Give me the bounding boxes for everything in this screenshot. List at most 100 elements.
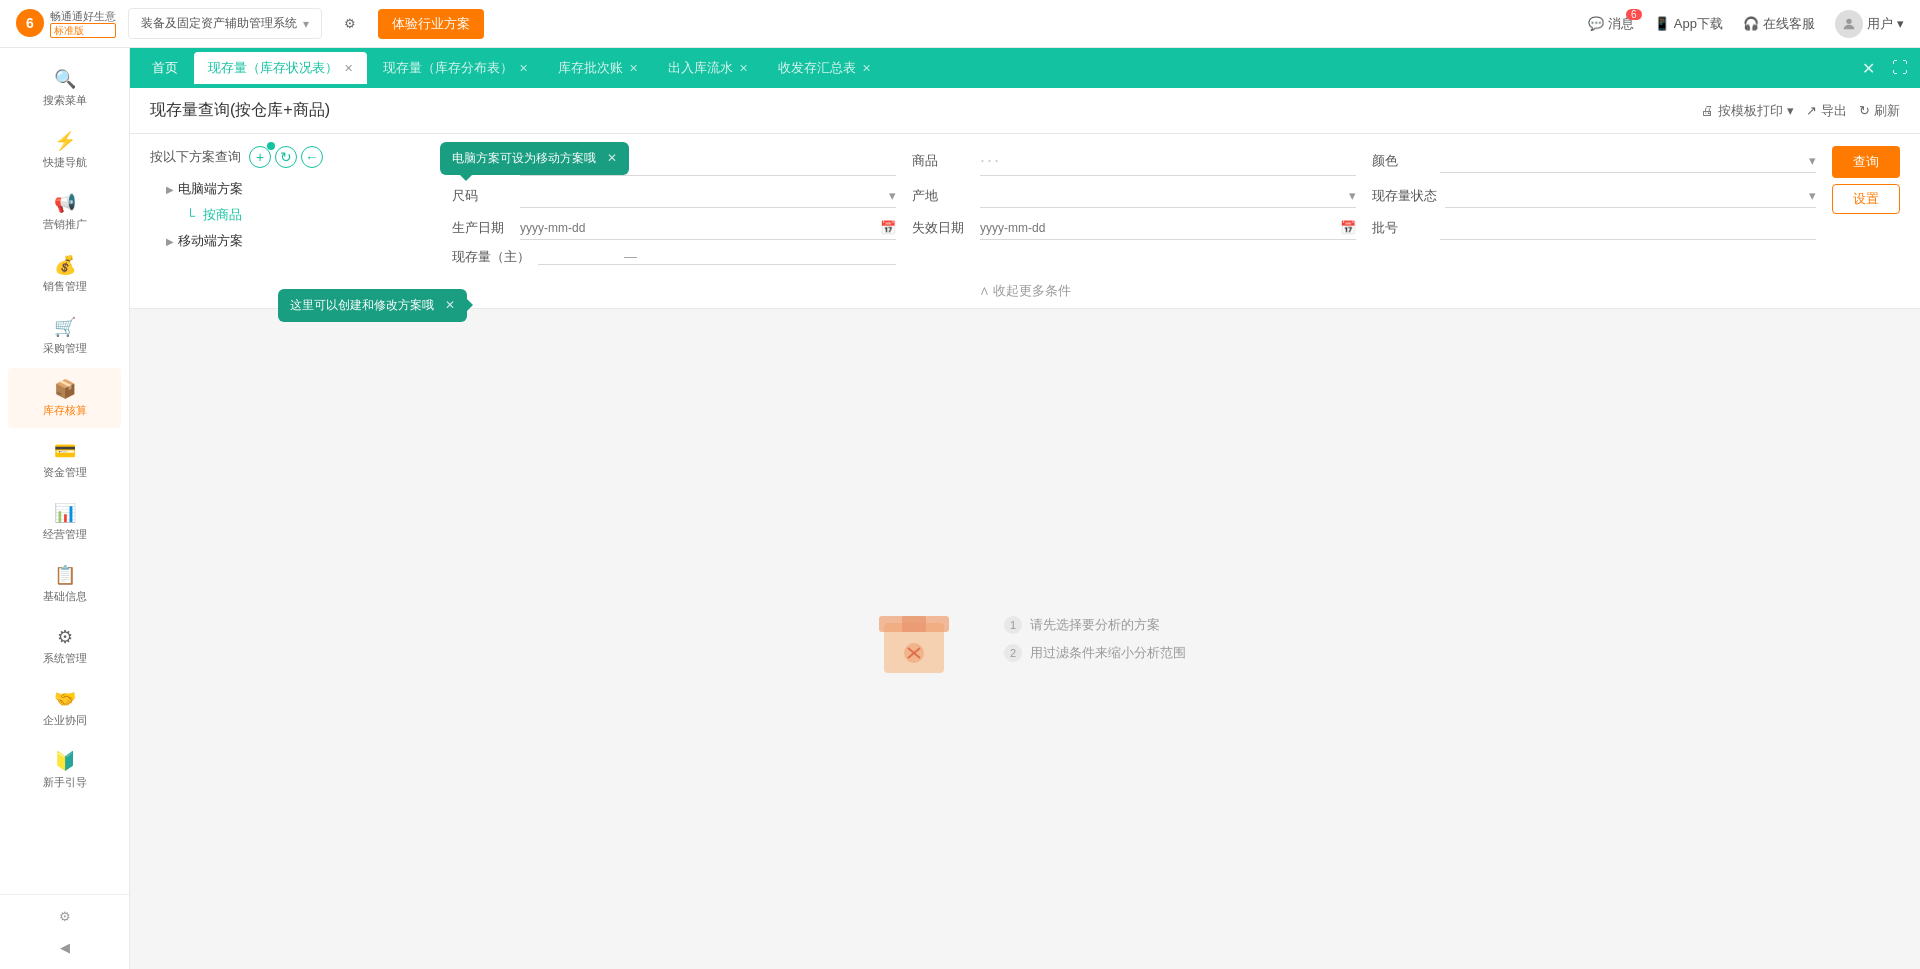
tab-close-icon[interactable]: ✕ xyxy=(739,62,748,75)
tab-home[interactable]: 首页 xyxy=(138,52,192,84)
tab-close-icon[interactable]: ✕ xyxy=(862,62,871,75)
filter-stock-main: 现存量（主） — xyxy=(452,248,896,266)
sidebar-settings-button[interactable]: ⚙ xyxy=(8,903,121,930)
trial-button[interactable]: 体验行业方案 xyxy=(378,9,484,39)
system-selector[interactable]: 装备及固定资产辅助管理系统 ▾ xyxy=(128,8,322,39)
print-icon: 🖨 xyxy=(1701,103,1714,118)
prev-scheme-button[interactable]: ← xyxy=(301,146,323,168)
tooltip-close-icon[interactable]: ✕ xyxy=(445,298,455,312)
stock-main-range: — xyxy=(538,249,896,265)
empty-step-2: 2 用过滤条件来缩小分析范围 xyxy=(1004,644,1186,662)
content-area: 首页 现存量（库存状况表） ✕ 现存量（库存分布表） ✕ 库存批次账 ✕ 出入库… xyxy=(130,48,1920,969)
sidebar-item-inventory[interactable]: 📦 库存核算 xyxy=(8,368,121,428)
tooltip-create-plan: 这里可以创建和修改方案哦 ✕ xyxy=(278,289,467,322)
message-button[interactable]: 💬 消息 6 xyxy=(1588,15,1634,33)
sidebar-item-corp[interactable]: 🤝 企业协同 xyxy=(8,678,121,738)
calendar-icon[interactable]: 📅 xyxy=(880,220,896,235)
sidebar-item-operation[interactable]: 📊 经营管理 xyxy=(8,492,121,552)
settings-icon[interactable]: ⚙ xyxy=(334,8,366,40)
tab-expand-icon[interactable]: ⛶ xyxy=(1888,56,1912,80)
stock-status-select[interactable]: ▾ xyxy=(1445,184,1816,208)
tab-close-all-icon[interactable]: ✕ xyxy=(1856,56,1880,80)
size-label: 尺码 xyxy=(452,187,512,205)
tab-bar: 首页 现存量（库存状况表） ✕ 现存量（库存分布表） ✕ 库存批次账 ✕ 出入库… xyxy=(130,48,1920,88)
sidebar-item-basic[interactable]: 📋 基础信息 xyxy=(8,554,121,614)
logo-icon: 6 xyxy=(16,9,44,37)
tab-summary[interactable]: 收发存汇总表 ✕ xyxy=(764,52,885,84)
logo-area: 6 畅通通好生意 标准版 xyxy=(16,9,116,38)
add-scheme-button[interactable]: + xyxy=(249,146,271,168)
tooltip-close-icon[interactable]: ✕ xyxy=(607,151,617,165)
sidebar-item-finance[interactable]: 💳 资金管理 xyxy=(8,430,121,490)
basic-icon: 📋 xyxy=(54,564,76,586)
search-icon: 🔍 xyxy=(54,68,76,90)
sidebar-bottom: ⚙ ◀ xyxy=(0,894,129,969)
expire-date-label: 失效日期 xyxy=(912,219,972,237)
corp-icon: 🤝 xyxy=(54,688,76,710)
calendar-icon[interactable]: 📅 xyxy=(1340,220,1356,235)
tab-close-icon[interactable]: ✕ xyxy=(344,62,353,75)
refresh-scheme-button[interactable]: ↻ xyxy=(275,146,297,168)
empty-state-icon xyxy=(864,588,964,691)
size-chevron-icon: ▾ xyxy=(889,188,896,203)
finance-icon: 💳 xyxy=(54,440,76,462)
page-actions: 🖨 按模板打印 ▾ ↗ 导出 ↻ 刷新 xyxy=(1701,102,1900,120)
filter-area: 电脑方案可设为移动方案哦 ✕ 按以下方案查询 + ↻ ← xyxy=(130,134,1920,309)
expire-date-input[interactable] xyxy=(980,221,1340,235)
color-select[interactable]: ▾ xyxy=(1440,149,1816,173)
origin-select[interactable]: ▾ xyxy=(980,184,1356,208)
tab-close-icon[interactable]: ✕ xyxy=(629,62,638,75)
tab-inventory-dist[interactable]: 现存量（库存分布表） ✕ xyxy=(369,52,542,84)
sidebar-item-search[interactable]: 🔍 搜索菜单 xyxy=(8,58,121,118)
sidebar-item-sales[interactable]: 💰 销售管理 xyxy=(8,244,121,304)
sidebar-item-guide[interactable]: 🔰 新手引导 xyxy=(8,740,121,800)
color-chevron-icon: ▾ xyxy=(1809,153,1816,168)
desktop-plan-group[interactable]: ▶ 电脑端方案 xyxy=(158,176,440,202)
avatar xyxy=(1835,10,1863,38)
batch-input[interactable] xyxy=(1440,216,1816,240)
sidebar-item-quick[interactable]: ⚡ 快捷导航 xyxy=(8,120,121,180)
sidebar-collapse-button[interactable]: ◀ xyxy=(8,934,121,961)
page-header: 现存量查询(按仓库+商品) 🖨 按模板打印 ▾ ↗ 导出 ↻ 刷新 xyxy=(130,88,1920,134)
filter-size: 尺码 ▾ xyxy=(452,184,896,208)
sidebar-item-marketing[interactable]: 📢 营销推广 xyxy=(8,182,121,242)
goods-dots: ··· xyxy=(980,150,1356,171)
tab-close-icon[interactable]: ✕ xyxy=(519,62,528,75)
chevron-down-icon: ▾ xyxy=(303,17,309,31)
guide-icon: 🔰 xyxy=(54,750,76,772)
sidebar-item-purchase[interactable]: 🛒 采购管理 xyxy=(8,306,121,366)
export-button[interactable]: ↗ 导出 xyxy=(1806,102,1847,120)
stock-status-label: 现存量状态 xyxy=(1372,187,1437,205)
app-download-button[interactable]: 📱 App下载 xyxy=(1654,15,1723,33)
search-button[interactable]: 查询 xyxy=(1832,146,1900,178)
logo-badge: 标准版 xyxy=(50,23,116,38)
tab-inventory-status[interactable]: 现存量（库存状况表） ✕ xyxy=(194,52,367,84)
size-select[interactable]: ▾ xyxy=(520,184,896,208)
filter-goods: 商品 ··· xyxy=(912,146,1356,176)
origin-chevron-icon: ▾ xyxy=(1349,188,1356,203)
sidebar-item-system[interactable]: ⚙ 系统管理 xyxy=(8,616,121,676)
chevron-up-icon: ∧ xyxy=(979,283,990,298)
stock-main-min-input[interactable] xyxy=(538,249,618,264)
set-button[interactable]: 设置 xyxy=(1832,184,1900,214)
tree-expand-icon: ▶ xyxy=(166,184,174,195)
mobile-plan-group[interactable]: ▶ 移动端方案 xyxy=(158,228,440,254)
print-button[interactable]: 🖨 按模板打印 ▾ xyxy=(1701,102,1794,120)
produce-date-input-wrapper: 📅 xyxy=(520,216,896,240)
system-icon: ⚙ xyxy=(57,626,73,648)
produce-date-input[interactable] xyxy=(520,221,880,235)
refresh-button[interactable]: ↻ 刷新 xyxy=(1859,102,1900,120)
empty-state-container: 1 请先选择要分析的方案 2 用过滤条件来缩小分析范围 xyxy=(864,588,1186,691)
goods-label: 商品 xyxy=(912,152,972,170)
plan-item-indent: └ xyxy=(186,208,195,223)
tab-batch[interactable]: 库存批次账 ✕ xyxy=(544,52,652,84)
scheme-dot-indicator xyxy=(267,142,275,150)
filter-produce-date: 生产日期 📅 xyxy=(452,216,896,240)
plan-item-goods[interactable]: └ 按商品 xyxy=(178,202,440,228)
user-menu[interactable]: 用户 ▾ xyxy=(1835,10,1904,38)
plan-tree: ▶ 电脑端方案 └ 按商品 ▶ 移动端方案 xyxy=(150,176,440,254)
online-service-button[interactable]: 🎧 在线客服 xyxy=(1743,15,1815,33)
tab-inout[interactable]: 出入库流水 ✕ xyxy=(654,52,762,84)
stock-status-chevron-icon: ▾ xyxy=(1809,188,1816,203)
chevron-down-icon: ▾ xyxy=(1897,16,1904,31)
